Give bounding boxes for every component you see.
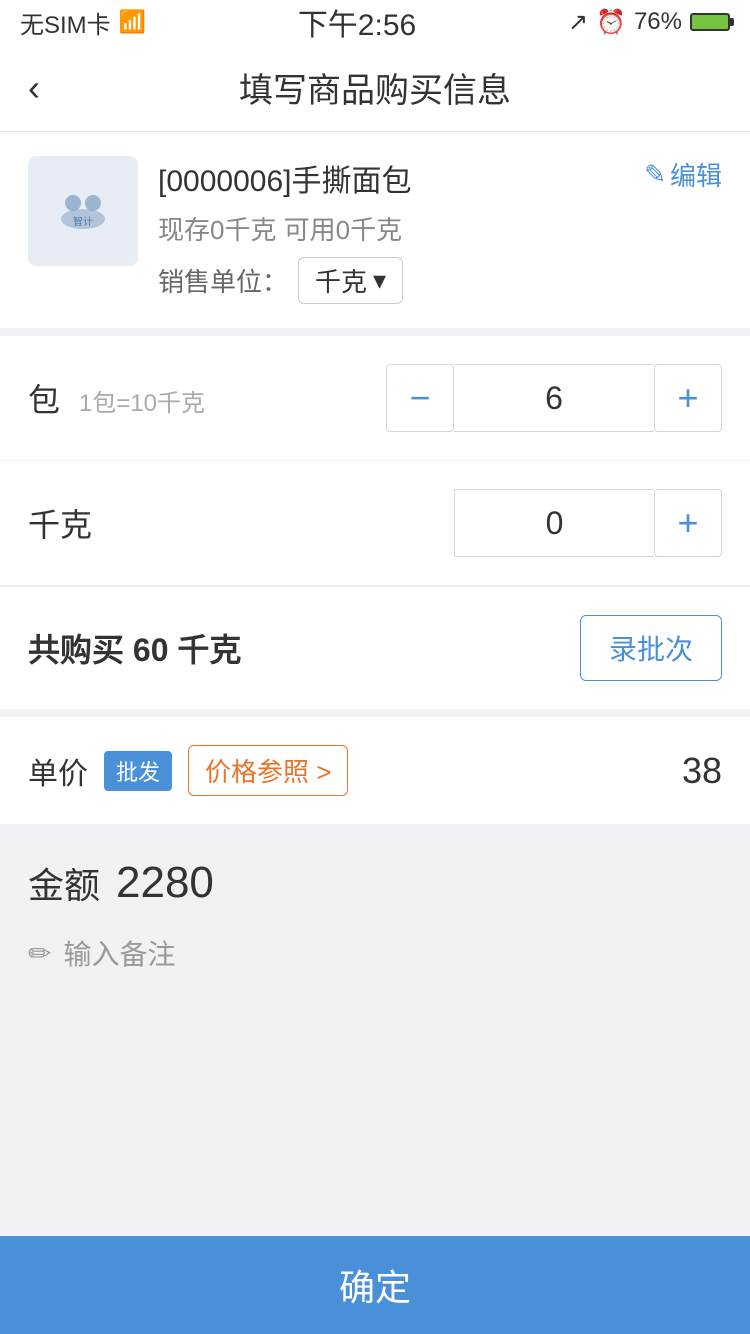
product-actions: ✎ 编辑 (644, 156, 722, 193)
qty-input-bao[interactable] (454, 364, 654, 432)
quantity-row-kg: 千克 + (0, 461, 750, 586)
quantity-row-bao: 包 1包=10千克 − + (0, 336, 750, 461)
pencil-icon: ✏ (28, 937, 51, 970)
battery-percent: 76% (634, 8, 682, 36)
product-thumbnail: 智计 (28, 156, 138, 266)
qty-plus-kg[interactable]: + (654, 489, 722, 557)
amount-value: 2280 (116, 858, 214, 908)
summary-prefix: 共购买 (28, 632, 133, 668)
status-left: 无SIM卡 📶 (20, 5, 146, 40)
qty-label-bao: 包 1包=10千克 (28, 375, 386, 421)
price-tag: 批发 (104, 751, 172, 791)
product-name: [0000006]手撕面包 (158, 156, 624, 200)
back-button[interactable]: ‹ (28, 67, 40, 109)
amount-row: 金额 2280 (28, 857, 722, 909)
batch-button[interactable]: 录批次 (580, 615, 722, 681)
summary-text: 共购买 60 千克 (28, 625, 241, 671)
amount-label: 金额 (28, 857, 100, 909)
status-bar: 无SIM卡 📶 下午2:56 ↗ ⏰ 76% (0, 0, 750, 44)
qty-label-kg: 千克 (28, 500, 454, 546)
remark-label: 输入备注 (63, 933, 175, 973)
nav-bar: ‹ 填写商品购买信息 (0, 44, 750, 132)
status-time: 下午2:56 (298, 0, 416, 44)
alarm-icon: ⏰ (596, 8, 626, 37)
chevron-down-icon: ▾ (373, 265, 386, 296)
unit-label: 销售单位： (158, 262, 288, 299)
price-value: 38 (682, 750, 722, 792)
qty-sublabel-bao: 1包=10千克 (79, 390, 205, 417)
summary-section: 共购买 60 千克 录批次 (0, 587, 750, 717)
battery-bar (690, 13, 730, 31)
qty-input-kg[interactable] (454, 489, 654, 557)
product-card: 智计 [0000006]手撕面包 现存0千克 可用0千克 销售单位： 千克 ▾ … (0, 132, 750, 336)
confirm-button[interactable]: 确定 (339, 1259, 411, 1311)
location-icon: ↗ (568, 8, 588, 37)
qty-control-kg: + (454, 489, 722, 557)
page-title: 填写商品购买信息 (239, 63, 511, 112)
remark-row[interactable]: ✏ 输入备注 (28, 933, 722, 973)
qty-minus-bao[interactable]: − (386, 364, 454, 432)
status-right: ↗ ⏰ 76% (568, 8, 730, 37)
svg-text:智计: 智计 (73, 215, 93, 228)
product-info: [0000006]手撕面包 现存0千克 可用0千克 销售单位： 千克 ▾ (158, 156, 624, 304)
edit-icon: ✎ (644, 159, 666, 190)
unit-select[interactable]: 千克 ▾ (298, 257, 403, 304)
price-ref-button[interactable]: 价格参照 > (188, 745, 348, 796)
wifi-icon: 📶 (119, 9, 146, 35)
price-label: 单价 (28, 749, 88, 793)
product-unit-row: 销售单位： 千克 ▾ (158, 257, 624, 304)
qty-plus-bao[interactable]: + (654, 364, 722, 432)
product-stock: 现存0千克 可用0千克 (158, 210, 624, 247)
amount-section: 金额 2280 ✏ 输入备注 (0, 825, 750, 993)
price-section: 单价 批发 价格参照 > 38 (0, 717, 750, 825)
carrier-label: 无SIM卡 (20, 5, 111, 40)
edit-button[interactable]: ✎ 编辑 (644, 156, 722, 193)
qty-control-bao: − + (386, 364, 722, 432)
quantity-section: 包 1包=10千克 − + 千克 + (0, 336, 750, 587)
confirm-bar[interactable]: 确定 (0, 1236, 750, 1334)
